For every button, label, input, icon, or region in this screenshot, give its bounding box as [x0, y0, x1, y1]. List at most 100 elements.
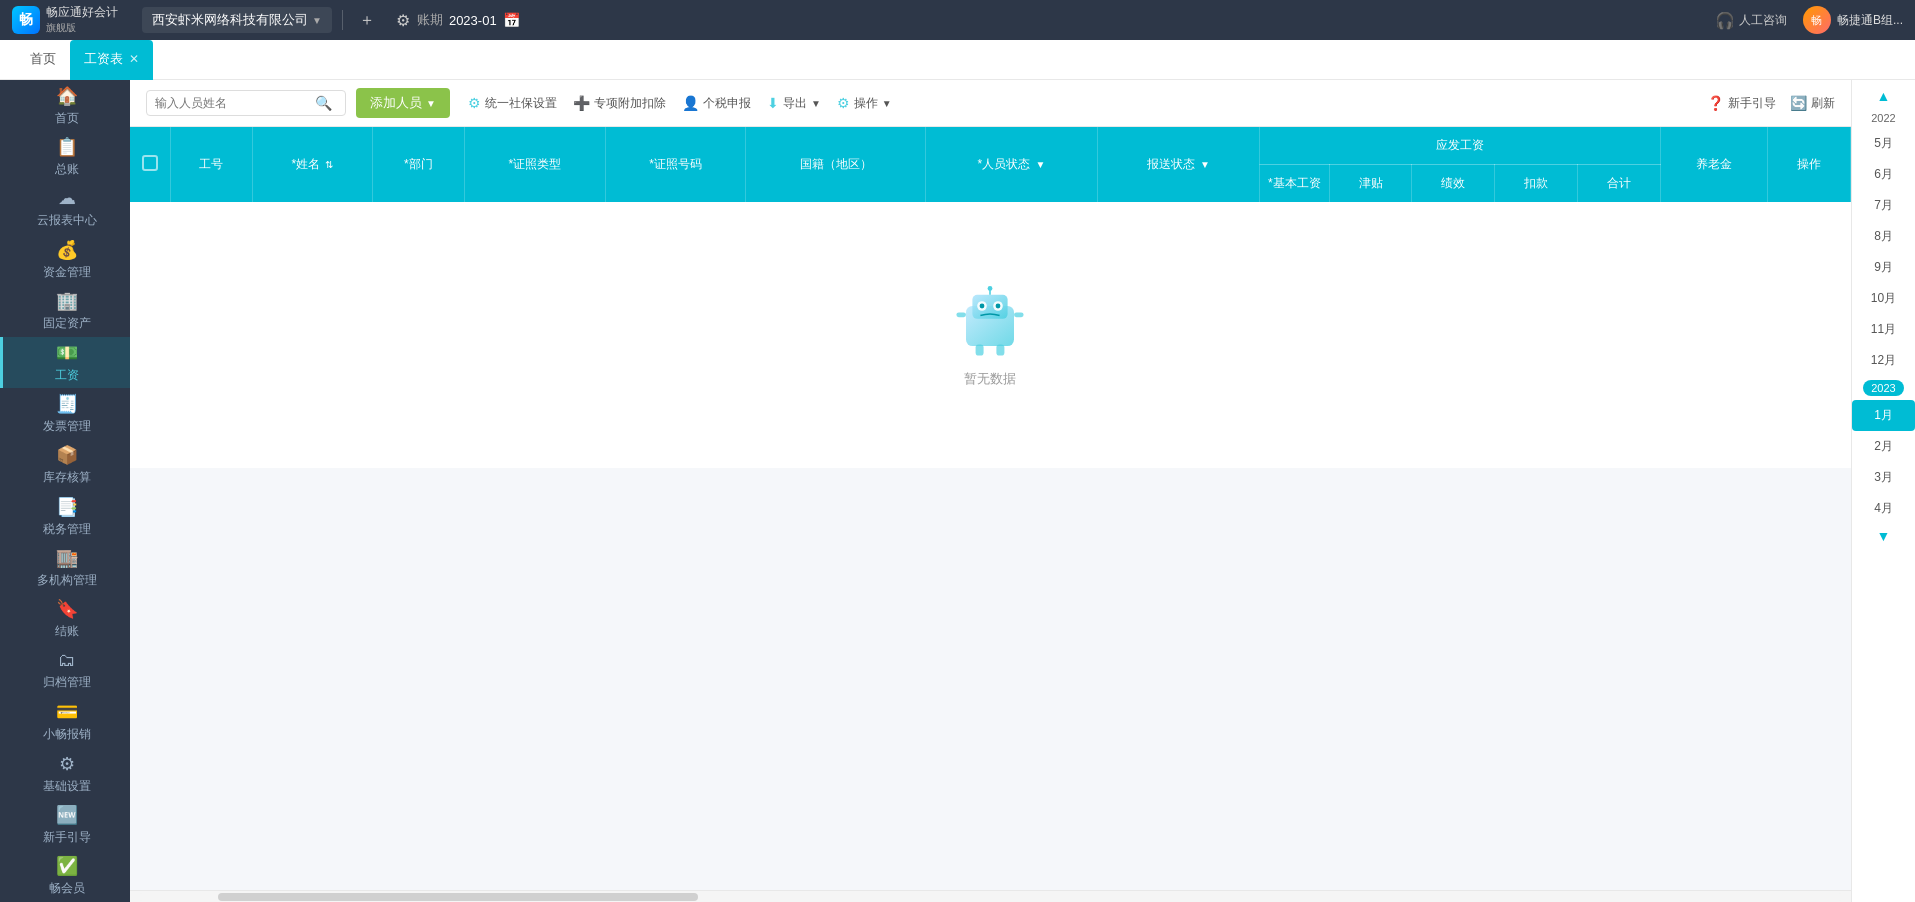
social-security-icon: ⚙ — [468, 95, 481, 111]
sidebar-item-ledger[interactable]: 📋 总账 — [0, 131, 130, 182]
company-name: 西安虾米网络科技有限公司 — [152, 11, 308, 29]
month-2022-11[interactable]: 11月 — [1852, 314, 1915, 345]
special-deduct-icon: ➕ — [573, 95, 590, 111]
special-deduct-btn[interactable]: ➕ 专项附加扣除 — [573, 95, 666, 112]
month-2023-4[interactable]: 4月 — [1852, 493, 1915, 524]
tax-report-btn[interactable]: 👤 个税申报 — [682, 95, 751, 112]
scroll-thumb[interactable] — [218, 893, 698, 901]
tab-home[interactable]: 首页 — [16, 40, 70, 80]
tab-salary[interactable]: 工资表 ✕ — [70, 40, 153, 80]
th-name: *姓名 ⇅ — [253, 127, 372, 202]
search-input[interactable] — [155, 96, 315, 110]
th-pension: 养老金 — [1660, 127, 1767, 202]
year-2023-badge: 2023 — [1863, 380, 1903, 396]
period-label: 账期 — [417, 11, 443, 29]
social-security-btn[interactable]: ⚙ 统一社保设置 — [468, 95, 557, 112]
settings-sidebar-icon: ⚙ — [59, 753, 75, 775]
month-2023-3[interactable]: 3月 — [1852, 462, 1915, 493]
export-btn[interactable]: ⬇ 导出 ▼ — [767, 95, 821, 112]
month-2022-9[interactable]: 9月 — [1852, 252, 1915, 283]
year-prev-arrow[interactable]: ▲ — [1873, 84, 1895, 108]
settlement-icon: 🔖 — [56, 598, 78, 620]
sidebar-item-fund[interactable]: 💰 资金管理 — [0, 234, 130, 285]
headset-icon: 🎧 — [1715, 11, 1735, 30]
sidebar: 🏠 首页 📋 总账 ☁ 云报表中心 💰 资金管理 🏢 固定资产 💵 工资 🧾 发… — [0, 80, 130, 902]
sidebar-item-tax[interactable]: 📑 税务管理 — [0, 491, 130, 542]
user-area[interactable]: 畅 畅捷通B组... — [1803, 6, 1903, 34]
month-2023-1[interactable]: 1月 — [1852, 400, 1915, 431]
month-2023-2[interactable]: 2月 — [1852, 431, 1915, 462]
month-2022-12[interactable]: 12月 — [1852, 345, 1915, 376]
search-wrap: 🔍 — [146, 90, 346, 116]
th-performance: 绩效 — [1412, 165, 1495, 203]
service-label: 人工咨询 — [1739, 12, 1787, 29]
empty-row: 暂无数据 — [130, 202, 1851, 468]
guide-btn[interactable]: ❓ 新手引导 — [1707, 95, 1776, 112]
export-icon: ⬇ — [767, 95, 779, 111]
header-divider — [342, 10, 343, 30]
sidebar-item-multi-org[interactable]: 🏬 多机构管理 — [0, 542, 130, 593]
calendar-icon[interactable]: 📅 — [503, 12, 520, 28]
add-person-button[interactable]: 添加人员 ▼ — [356, 88, 450, 118]
sidebar-item-settings-label: 基础设置 — [43, 778, 91, 795]
inventory-icon: 📦 — [56, 444, 78, 466]
sidebar-item-inventory[interactable]: 📦 库存核算 — [0, 440, 130, 491]
sidebar-item-settlement[interactable]: 🔖 结账 — [0, 594, 130, 645]
bottom-scrollbar[interactable] — [130, 890, 1851, 902]
tab-salary-close-icon[interactable]: ✕ — [129, 52, 139, 66]
refresh-btn[interactable]: 🔄 刷新 — [1790, 95, 1835, 112]
right-date-panel: ▲ 2022 5月 6月 7月 8月 9月 10月 11月 12月 2023 1… — [1851, 80, 1915, 902]
select-all-checkbox[interactable] — [142, 155, 158, 171]
status-filter-icon[interactable]: ▼ — [1036, 159, 1046, 170]
sidebar-item-fixed-assets[interactable]: 🏢 固定资产 — [0, 286, 130, 337]
svg-rect-8 — [957, 312, 967, 317]
period-area: 账期 2023-01 📅 — [417, 11, 520, 29]
sidebar-item-assets-label: 固定资产 — [43, 315, 91, 332]
table-container: 工号 *姓名 ⇅ *部门 *证照类型 *证照号码 — [130, 127, 1851, 890]
special-deduct-label: 专项附加扣除 — [594, 95, 666, 112]
month-2022-10[interactable]: 10月 — [1852, 283, 1915, 314]
cloud-icon: ☁ — [58, 187, 76, 209]
year-next-arrow[interactable]: ▼ — [1873, 524, 1895, 548]
checkbox-header[interactable] — [130, 127, 170, 202]
add-icon[interactable]: ＋ — [353, 6, 381, 34]
table-header-row1: 工号 *姓名 ⇅ *部门 *证照类型 *证照号码 — [130, 127, 1851, 165]
sidebar-item-ledger-label: 总账 — [55, 161, 79, 178]
month-2022-6[interactable]: 6月 — [1852, 159, 1915, 190]
sidebar-item-salary[interactable]: 💵 工资 — [0, 337, 130, 388]
ops-label: 操作 — [854, 95, 878, 112]
company-selector[interactable]: 西安虾米网络科技有限公司 ▼ — [142, 7, 332, 33]
sidebar-item-home[interactable]: 🏠 首页 — [0, 80, 130, 131]
sidebar-item-cloud-report[interactable]: ☁ 云报表中心 — [0, 183, 130, 234]
tab-salary-label: 工资表 — [84, 50, 123, 68]
home-icon: 🏠 — [56, 85, 78, 107]
sidebar-item-archive[interactable]: 🗂 归档管理 — [0, 645, 130, 696]
svg-point-5 — [996, 304, 1001, 309]
sidebar-item-invoice-label: 发票管理 — [43, 418, 91, 435]
toolbar-actions: ⚙ 统一社保设置 ➕ 专项附加扣除 👤 个税申报 ⬇ 导出 ▼ ⚙ — [468, 95, 892, 112]
settings-icon[interactable]: ⚙ — [389, 6, 417, 34]
service-btn[interactable]: 🎧 人工咨询 — [1715, 11, 1787, 30]
search-icon[interactable]: 🔍 — [315, 95, 332, 111]
assets-icon: 🏢 — [56, 290, 78, 312]
month-2022-5[interactable]: 5月 — [1852, 128, 1915, 159]
th-deduct: 扣款 — [1495, 165, 1578, 203]
sidebar-item-multiorg-label: 多机构管理 — [37, 572, 97, 589]
month-2022-7[interactable]: 7月 — [1852, 190, 1915, 221]
user-name: 畅捷通B组... — [1837, 12, 1903, 29]
ops-chevron-icon: ▼ — [882, 98, 892, 109]
th-total: 合计 — [1578, 165, 1661, 203]
sidebar-item-settlement-label: 结账 — [55, 623, 79, 640]
sidebar-item-member[interactable]: ✅ 畅会员 — [0, 851, 130, 902]
sidebar-item-expense[interactable]: 💳 小畅报销 — [0, 697, 130, 748]
ops-btn[interactable]: ⚙ 操作 ▼ — [837, 95, 892, 112]
sidebar-item-invoice[interactable]: 🧾 发票管理 — [0, 388, 130, 439]
report-filter-icon[interactable]: ▼ — [1200, 159, 1210, 170]
sidebar-item-settings[interactable]: ⚙ 基础设置 — [0, 748, 130, 799]
sidebar-item-guide[interactable]: 🆕 新手引导 — [0, 799, 130, 850]
add-chevron-icon: ▼ — [426, 98, 436, 109]
svg-rect-11 — [997, 344, 1005, 355]
sort-name-icon[interactable]: ⇅ — [325, 159, 333, 170]
month-2022-8[interactable]: 8月 — [1852, 221, 1915, 252]
sidebar-item-cloud-label: 云报表中心 — [37, 212, 97, 229]
